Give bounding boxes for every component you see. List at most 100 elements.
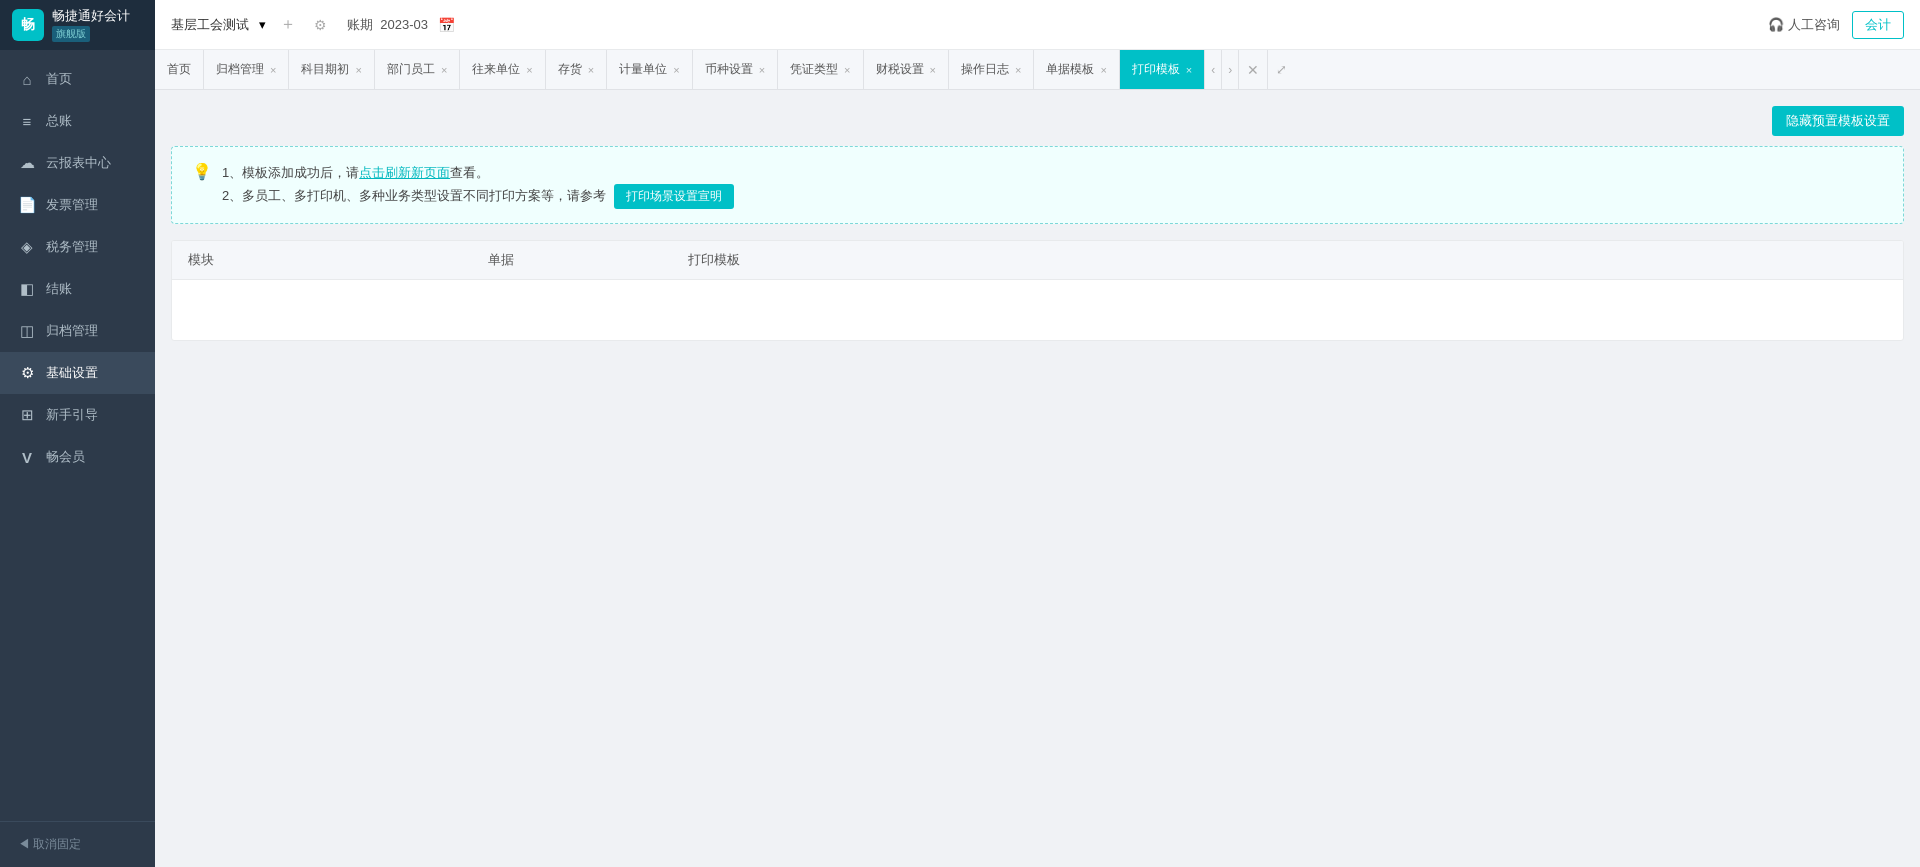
sidebar-nav: ⌂ 首页 ≡ 总账 ☁ 云报表中心 📄 发票管理 ◈ 税务管理 ◧ 结账 ◫ 归… [0,50,155,821]
tabbar: 首页 归档管理 × 科目期初 × 部门员工 × 往来单位 × 存货 × 计量单位… [155,50,1920,90]
print-guide-button[interactable]: 打印场景设置宣明 [614,184,734,209]
tab-unit[interactable]: 计量单位 × [607,50,692,89]
sidebar-item-label: 结账 [46,280,72,298]
sidebar: 畅 畅捷通好会计 旗舰版 ⌂ 首页 ≡ 总账 ☁ 云报表中心 📄 发票管理 ◈ … [0,0,155,867]
logo-name: 畅捷通好会计 [52,8,130,25]
tab-archive-close[interactable]: × [270,64,276,76]
sidebar-item-tax[interactable]: ◈ 税务管理 [0,226,155,268]
sidebar-logo: 畅 畅捷通好会计 旗舰版 [0,0,155,50]
notice-line2-pre: 2、多员工、多打印机、多种业务类型设置不同打印方案等，请参考 [222,188,606,203]
main-content: 基层工会测试 ▾ ＋ ⚙ 账期 2023-03 📅 🎧 人工咨询 会计 首页 归… [155,0,1920,867]
member-icon: V [18,449,36,466]
tab-archive-label: 归档管理 [216,61,264,78]
guide-icon: ⊞ [18,406,36,424]
tab-print-template-close[interactable]: × [1186,64,1192,76]
print-template-table: 模块 单据 打印模板 [171,240,1904,341]
notice-line1-pre: 1、模板添加成功后，请 [222,165,359,180]
col-template-header: 打印模板 [672,251,1903,269]
sidebar-item-label: 首页 [46,70,72,88]
tab-subject-label: 科目期初 [301,61,349,78]
sidebar-unpin-button[interactable]: ◀ 取消固定 [0,821,155,867]
settings-gear-icon[interactable]: ⚙ [310,17,331,33]
notice-line1: 1、模板添加成功后，请点击刷新新页面查看。 [222,161,734,184]
tab-currency[interactable]: 币种设置 × [693,50,778,89]
tax-icon: ◈ [18,238,36,256]
tab-partner[interactable]: 往来单位 × [460,50,545,89]
bulb-icon: 💡 [192,162,212,181]
company-name: 基层工会测试 [171,16,249,34]
sidebar-item-reports[interactable]: ☁ 云报表中心 [0,142,155,184]
tab-subject-close[interactable]: × [355,64,361,76]
tab-inventory-label: 存货 [558,61,582,78]
refresh-link[interactable]: 点击刷新新页面 [359,165,450,180]
sidebar-item-guide[interactable]: ⊞ 新手引导 [0,394,155,436]
tab-unit-label: 计量单位 [619,61,667,78]
tab-inventory[interactable]: 存货 × [546,50,607,89]
account-button[interactable]: 会计 [1852,11,1904,39]
tab-department-close[interactable]: × [441,64,447,76]
settings-icon: ⚙ [18,364,36,382]
col-module-header: 模块 [172,251,472,269]
sidebar-item-label: 税务管理 [46,238,98,256]
table-body [172,280,1903,340]
tab-single-doc[interactable]: 单据模板 × [1034,50,1119,89]
tab-next-arrow[interactable]: › [1222,50,1239,89]
tab-partner-close[interactable]: × [526,64,532,76]
tab-operation-log-label: 操作日志 [961,61,1009,78]
sidebar-item-label: 基础设置 [46,364,98,382]
sidebar-item-archive[interactable]: ◫ 归档管理 [0,310,155,352]
sidebar-item-label: 归档管理 [46,322,98,340]
add-tab-button[interactable]: ＋ [276,14,300,35]
support-label: 人工咨询 [1788,16,1840,34]
headset-icon: 🎧 [1768,17,1784,32]
tab-voucher-type-label: 凭证类型 [790,61,838,78]
tab-unit-close[interactable]: × [673,64,679,76]
tab-inventory-close[interactable]: × [588,64,594,76]
calendar-icon[interactable]: 📅 [438,17,455,33]
tab-tax-setting-close[interactable]: × [930,64,936,76]
ledger-icon: ≡ [18,113,36,130]
notice-text: 1、模板添加成功后，请点击刷新新页面查看。 2、多员工、多打印机、多种业务类型设… [222,161,734,209]
unpin-label: ◀ 取消固定 [18,836,81,853]
sidebar-item-label: 发票管理 [46,196,98,214]
col-doc-header: 单据 [472,251,672,269]
tab-single-doc-close[interactable]: × [1100,64,1106,76]
tab-department[interactable]: 部门员工 × [375,50,460,89]
tab-home-label: 首页 [167,61,191,78]
sidebar-item-invoice[interactable]: 📄 发票管理 [0,184,155,226]
tab-close-all-button[interactable]: ✕ [1239,50,1268,89]
hide-template-button[interactable]: 隐藏预置模板设置 [1772,106,1904,136]
tab-operation-log[interactable]: 操作日志 × [949,50,1034,89]
tab-department-label: 部门员工 [387,61,435,78]
settle-icon: ◧ [18,280,36,298]
sidebar-item-label: 云报表中心 [46,154,111,172]
company-dropdown-arrow[interactable]: ▾ [259,17,266,32]
sidebar-item-settings[interactable]: ⚙ 基础设置 [0,352,155,394]
logo-text-block: 畅捷通好会计 旗舰版 [52,8,130,43]
tab-operation-log-close[interactable]: × [1015,64,1021,76]
sidebar-item-home[interactable]: ⌂ 首页 [0,58,155,100]
sidebar-item-label: 新手引导 [46,406,98,424]
tab-voucher-type[interactable]: 凭证类型 × [778,50,863,89]
support-button[interactable]: 🎧 人工咨询 [1768,16,1840,34]
tab-archive[interactable]: 归档管理 × [204,50,289,89]
tab-expand-button[interactable]: ⤢ [1268,50,1295,89]
archive-icon: ◫ [18,322,36,340]
tab-partner-label: 往来单位 [472,61,520,78]
invoice-icon: 📄 [18,196,36,214]
tab-prev-arrow[interactable]: ‹ [1205,50,1222,89]
action-bar: 隐藏预置模板设置 [171,106,1904,136]
sidebar-item-settle[interactable]: ◧ 结账 [0,268,155,310]
tab-subject[interactable]: 科目期初 × [289,50,374,89]
sidebar-item-label: 总账 [46,112,72,130]
tab-print-template-label: 打印模板 [1132,61,1180,78]
tab-voucher-type-close[interactable]: × [844,64,850,76]
tab-currency-label: 币种设置 [705,61,753,78]
tab-currency-close[interactable]: × [759,64,765,76]
sidebar-item-member[interactable]: V 畅会员 [0,436,155,478]
tab-tax-setting[interactable]: 财税设置 × [864,50,949,89]
tab-home[interactable]: 首页 [155,50,204,89]
sidebar-item-ledger[interactable]: ≡ 总账 [0,100,155,142]
notice-box: 💡 1、模板添加成功后，请点击刷新新页面查看。 2、多员工、多打印机、多种业务类… [171,146,1904,224]
tab-print-template[interactable]: 打印模板 × [1120,50,1205,89]
